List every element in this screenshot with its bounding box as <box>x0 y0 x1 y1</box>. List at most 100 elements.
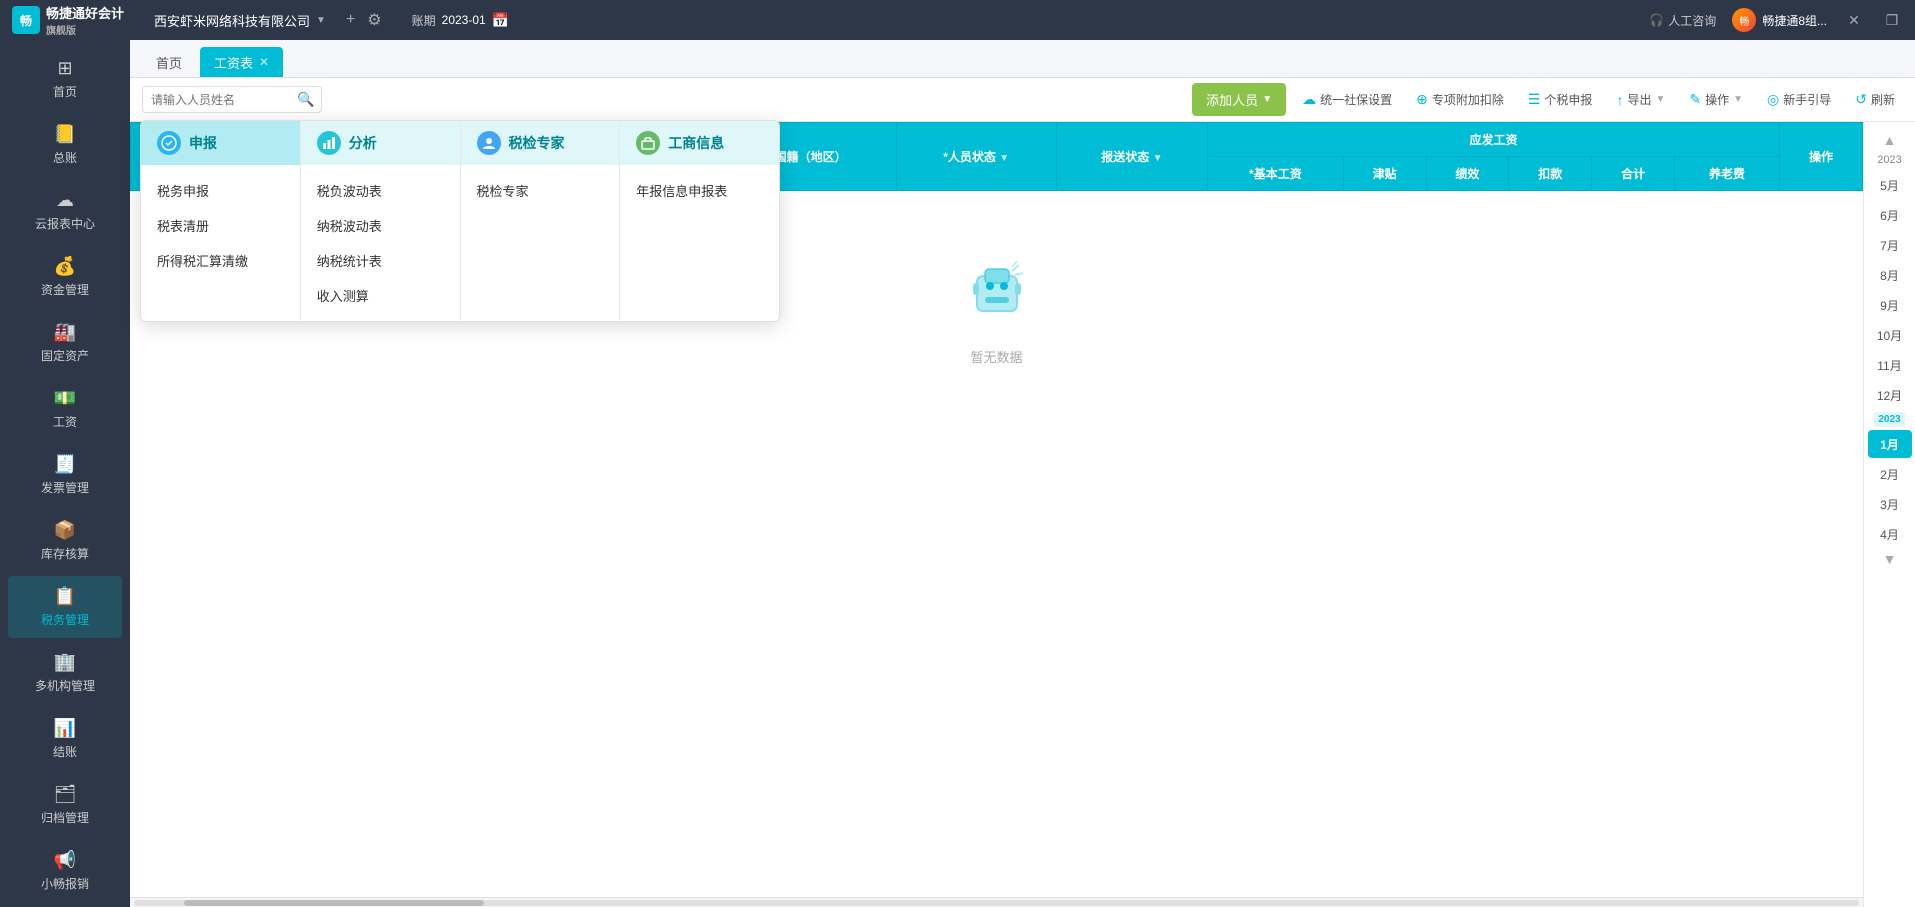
dp-item-tax-stats[interactable]: 纳税统计表 <box>301 243 460 278</box>
sidebar-item-inventory[interactable]: 📦 库存核算 <box>8 510 122 572</box>
sidebar-label-ledger: 总账 <box>53 149 77 166</box>
dp-item-annual-report[interactable]: 年报信息申报表 <box>620 173 779 208</box>
fund-icon: 💰 <box>54 256 76 277</box>
settings-icon[interactable]: ⚙ <box>367 10 381 30</box>
sidebar-item-tax[interactable]: 📋 税务管理 <box>8 576 122 638</box>
cal-month-5[interactable]: 5月 <box>1868 171 1912 199</box>
th-operation: 操作 <box>1779 123 1862 191</box>
company-selector[interactable]: 西安虾米网络科技有限公司 ▼ <box>154 11 326 30</box>
tab-salary[interactable]: 工资表 ✕ <box>200 47 283 77</box>
dp-item-tax-table[interactable]: 税表清册 <box>141 208 300 243</box>
individual-tax-action[interactable]: ☰ 个税申报 <box>1520 87 1601 112</box>
add-person-dropdown-arrow: ▼ <box>1262 94 1272 105</box>
asset-icon: 🏭 <box>54 322 76 343</box>
dp-item-tax-burden[interactable]: 税负波动表 <box>301 173 460 208</box>
operation-icon: ✎ <box>1689 91 1701 108</box>
company-name: 西安虾米网络科技有限公司 <box>154 11 310 30</box>
submit-filter-icon[interactable]: ▼ <box>1153 153 1163 164</box>
tab-salary-close[interactable]: ✕ <box>259 55 269 69</box>
operation-label: 操作 <box>1705 91 1729 108</box>
new-guide-action[interactable]: ◎ 新手引导 <box>1759 87 1839 112</box>
cloud-icon: ☁ <box>56 190 74 211</box>
sidebar-item-home[interactable]: ⊞ 首页 <box>8 48 122 110</box>
th-deduction: 扣款 <box>1509 157 1592 191</box>
cal-month-6[interactable]: 6月 <box>1868 201 1912 229</box>
tab-bar: 首页 工资表 ✕ <box>130 40 1915 78</box>
th-status-label: *人员状态 <box>943 150 996 164</box>
sidebar-item-invoice[interactable]: 🧾 发票管理 <box>8 444 122 506</box>
export-label: 导出 <box>1627 91 1651 108</box>
search-icon[interactable]: 🔍 <box>297 91 314 108</box>
th-allowance-label: 津贴 <box>1373 167 1397 181</box>
user-area[interactable]: 畅 畅捷通8组... <box>1732 8 1827 32</box>
special-deduction-action[interactable]: ⊕ 专项附加扣除 <box>1408 87 1512 112</box>
special-deduction-label: 专项附加扣除 <box>1432 91 1504 108</box>
dp-item-tax-declaration[interactable]: 税务申报 <box>141 173 300 208</box>
social-insurance-label: 统一社保设置 <box>1320 91 1392 108</box>
empty-icon <box>957 251 1037 331</box>
service-button[interactable]: 🎧 人工咨询 <box>1649 12 1716 29</box>
sidebar-item-fund[interactable]: 💰 资金管理 <box>8 246 122 308</box>
sidebar-item-cloud-report[interactable]: ☁ 云报表中心 <box>8 180 122 242</box>
individual-tax-icon: ☰ <box>1528 91 1541 108</box>
th-operation-label: 操作 <box>1809 150 1833 164</box>
top-bar: 畅 畅捷通好会计 旗舰版 西安虾米网络科技有限公司 ▼ + ⚙ 账期 2023-… <box>0 0 1915 40</box>
search-input[interactable] <box>151 93 291 107</box>
th-total: 合计 <box>1592 157 1675 191</box>
cal-month-12[interactable]: 12月 <box>1868 381 1912 409</box>
cal-month-7[interactable]: 7月 <box>1868 231 1912 259</box>
status-filter-icon[interactable]: ▼ <box>999 153 1009 164</box>
calendar-icon[interactable]: 📅 <box>492 12 509 29</box>
cal-month-2-next[interactable]: 2月 <box>1868 460 1912 488</box>
export-action[interactable]: ↑ 导出 ▼ <box>1608 87 1673 112</box>
cal-month-4-next[interactable]: 4月 <box>1868 520 1912 548</box>
dp-item-tax-expert-entry[interactable]: 税检专家 <box>461 173 620 208</box>
logo-char: 畅 <box>20 12 32 29</box>
refresh-icon: ↺ <box>1855 91 1867 108</box>
add-icon[interactable]: + <box>346 11 355 29</box>
dp-items-declaration: 税务申报 税表清册 所得税汇算清缴 <box>141 165 300 286</box>
dp-title-declaration: 申报 <box>189 133 217 153</box>
cal-month-1-current[interactable]: 1月 <box>1868 430 1912 458</box>
dp-item-tax-fluctuation[interactable]: 纳税波动表 <box>301 208 460 243</box>
cal-month-3-next[interactable]: 3月 <box>1868 490 1912 518</box>
dp-item-income-calc[interactable]: 收入测算 <box>301 278 460 313</box>
th-salary-group: 应发工资 <box>1208 123 1780 157</box>
tab-home[interactable]: 首页 <box>142 47 196 77</box>
close-window-button[interactable]: ✕ <box>1843 9 1865 31</box>
refresh-action[interactable]: ↺ 刷新 <box>1847 87 1903 112</box>
cal-month-10[interactable]: 10月 <box>1868 321 1912 349</box>
sidebar-item-salary[interactable]: 💵 工资 <box>8 378 122 440</box>
home-icon: ⊞ <box>57 58 72 79</box>
social-insurance-action[interactable]: ☁ 统一社保设置 <box>1294 87 1400 112</box>
scrollbar-track[interactable] <box>134 900 1859 906</box>
operation-dropdown-icon: ▼ <box>1733 94 1743 105</box>
sidebar-item-settlement[interactable]: 📊 结账 <box>8 708 122 770</box>
th-performance: 绩效 <box>1426 157 1509 191</box>
dropdown-popup: 申报 税务申报 税表清册 所得税汇算清缴 分析 税负波动表 纳税波动表 纳税统计… <box>140 120 780 322</box>
cal-month-9[interactable]: 9月 <box>1868 291 1912 319</box>
logo-icon: 畅 <box>12 6 40 34</box>
sidebar-item-xiao-chang[interactable]: 📢 小畅报销 <box>8 840 122 902</box>
restore-window-button[interactable]: ❐ <box>1881 9 1903 31</box>
sidebar-item-fixed-asset[interactable]: 🏭 固定资产 <box>8 312 122 374</box>
settlement-icon: 📊 <box>54 718 76 739</box>
cal-month-11[interactable]: 11月 <box>1868 351 1912 379</box>
top-bar-left: 畅 畅捷通好会计 旗舰版 西安虾米网络科技有限公司 ▼ + ⚙ 账期 2023-… <box>12 3 509 37</box>
dp-title-tax-expert: 税检专家 <box>509 133 565 153</box>
add-person-button[interactable]: 添加人员 ▼ <box>1192 83 1286 116</box>
sidebar-item-archive[interactable]: 🗂 归档管理 <box>8 774 122 836</box>
cal-prev-nav[interactable]: ▲ <box>1876 130 1904 150</box>
sidebar-item-multi-org[interactable]: 🏢 多机构管理 <box>8 642 122 704</box>
scrollbar-thumb[interactable] <box>184 900 484 906</box>
operation-action[interactable]: ✎ 操作 ▼ <box>1681 87 1751 112</box>
cal-next-nav[interactable]: ▼ <box>1876 549 1904 569</box>
cal-month-8[interactable]: 8月 <box>1868 261 1912 289</box>
th-base-salary-label: *基本工资 <box>1249 167 1302 181</box>
dp-item-income-tax[interactable]: 所得税汇算清缴 <box>141 243 300 278</box>
sidebar-label-tax: 税务管理 <box>41 611 89 628</box>
empty-illustration <box>957 251 1037 331</box>
toolbar: 🔍 添加人员 ▼ ☁ 统一社保设置 ⊕ 专项附加扣除 ☰ 个税申报 ↑ 导出 <box>130 78 1915 122</box>
top-bar-add[interactable]: + ⚙ <box>346 10 382 30</box>
sidebar-item-general-ledger[interactable]: 📒 总账 <box>8 114 122 176</box>
